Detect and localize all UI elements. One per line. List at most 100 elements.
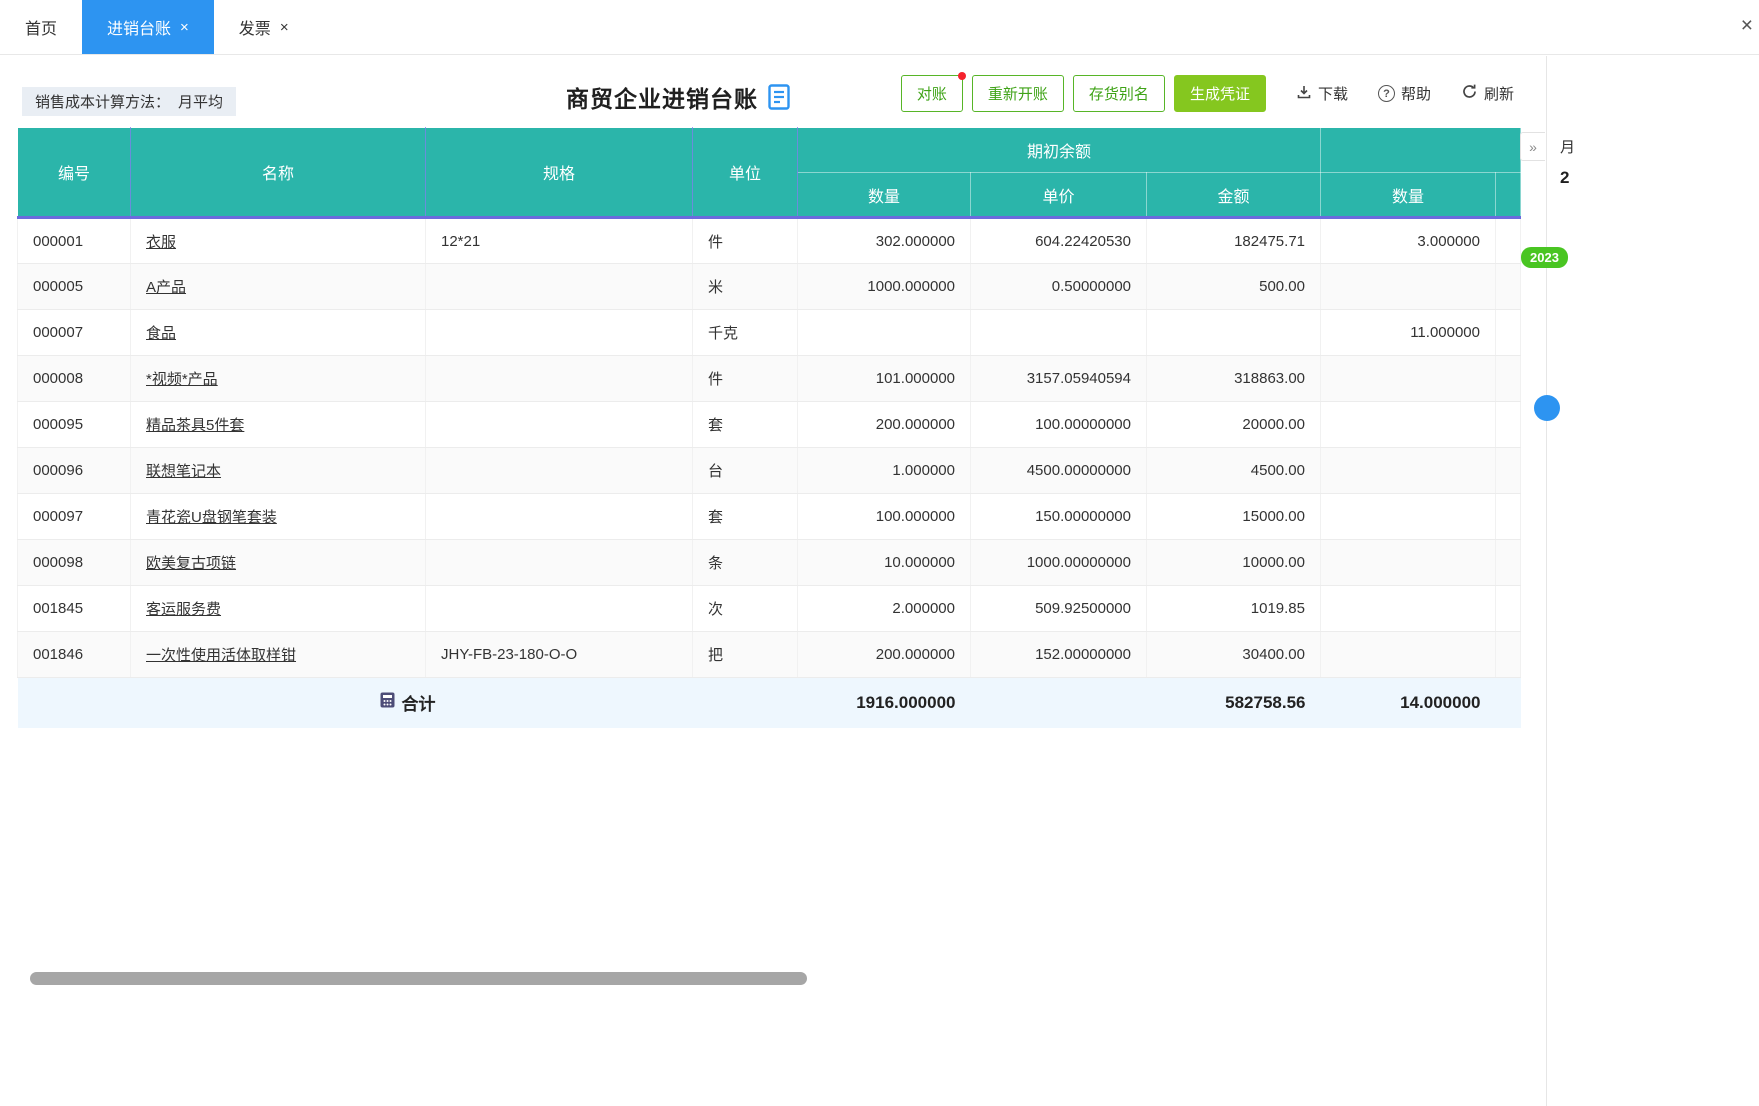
notification-dot — [957, 72, 966, 80]
cell-amount: 30400.00 — [1146, 631, 1321, 678]
tab-home[interactable]: 首页 — [0, 0, 82, 54]
ledger-table: 编号 名称 规格 单位 期初余额 数量 单价 金额 数量 000001 衣服 12*… — [17, 127, 1521, 728]
item-name-link[interactable]: 一次性使用活体取样钳 — [146, 647, 296, 664]
inventory-alias-button[interactable]: 存货别名 — [1072, 75, 1165, 112]
toolbar: 销售成本计算方法： 月平均 商贸企业进销台账 对账 重新开账 存货别名 生成凭证… — [0, 56, 1759, 127]
cell-spec: 12*21 — [425, 217, 693, 264]
total-qty2: 14.000000 — [1320, 677, 1496, 728]
col-header-qty2: 数量 — [1320, 172, 1496, 219]
cell-qty: 1.000000 — [797, 447, 971, 494]
download-button-label: 下载 — [1317, 86, 1348, 103]
cell-unit: 次 — [692, 585, 798, 632]
reopen-button[interactable]: 重新开账 — [971, 75, 1064, 112]
cell-code: 001845 — [17, 585, 131, 632]
cell-qty: 200.000000 — [797, 401, 971, 448]
cell-qty: 200.000000 — [797, 631, 971, 678]
cell-amount: 500.00 — [1146, 263, 1321, 310]
cell-qty — [797, 309, 971, 356]
tab-ledger[interactable]: 进销台账 × — [82, 0, 214, 54]
tab-invoice-close-icon[interactable]: × — [280, 20, 289, 35]
download-icon — [1296, 84, 1312, 104]
cell-spec — [425, 309, 693, 356]
tab-ledger-label: 进销台账 — [107, 21, 172, 38]
cell-amount: 182475.71 — [1146, 217, 1321, 264]
item-name-link[interactable]: 欧美复古项链 — [146, 555, 236, 572]
cell-unit: 套 — [692, 401, 798, 448]
cell-qty2 — [1320, 355, 1496, 402]
download-button[interactable]: 下载 — [1296, 83, 1348, 104]
tabbar-close-icon[interactable]: × — [1741, 14, 1753, 38]
cell-unit: 套 — [692, 493, 798, 540]
total-label-cell: 合计 — [17, 677, 798, 728]
cost-method-chip: 销售成本计算方法： 月平均 — [22, 87, 237, 116]
cell-qty2 — [1320, 631, 1496, 678]
tab-invoice[interactable]: 发票 × — [214, 0, 314, 54]
panel-expander-icon[interactable]: » — [1520, 132, 1545, 161]
item-name-link[interactable]: A产品 — [146, 279, 186, 296]
tab-ledger-close-icon[interactable]: × — [180, 20, 189, 35]
total-label: 合计 — [401, 695, 436, 715]
floating-action-button[interactable] — [1534, 395, 1560, 421]
cell-price — [970, 309, 1147, 356]
panel-month-label: 月 — [1560, 139, 1576, 156]
cell-qty: 2.000000 — [797, 585, 971, 632]
cell-unit: 条 — [692, 539, 798, 586]
item-name-link[interactable]: 食品 — [146, 325, 176, 342]
cell-qty2 — [1320, 401, 1496, 448]
cost-method-label: 销售成本计算方法： — [35, 94, 171, 111]
cell-price: 152.00000000 — [970, 631, 1147, 678]
page-title-wrap: 商贸企业进销台账 — [566, 80, 790, 114]
generate-voucher-button[interactable]: 生成凭证 — [1173, 75, 1266, 112]
refresh-button-label: 刷新 — [1483, 86, 1514, 103]
reopen-button-label: 重新开账 — [987, 86, 1048, 103]
reconcile-button-label: 对账 — [916, 86, 947, 103]
cost-method-value[interactable]: 月平均 — [178, 91, 223, 112]
document-icon[interactable] — [768, 84, 790, 110]
col-header-unit: 单位 — [692, 127, 798, 219]
group-header-opening-balance: 期初余额 — [797, 127, 1321, 173]
table-row: 000095 精品茶具5件套 套 200.000000 100.00000000 2000… — [17, 401, 1521, 448]
item-name-link[interactable]: 衣服 — [146, 234, 176, 251]
cell-spec: JHY-FB-23-180-O-O — [425, 631, 693, 678]
panel-month-value: 2 — [1560, 168, 1570, 187]
cell-qty: 100.000000 — [797, 493, 971, 540]
cell-sliver — [1495, 217, 1521, 264]
item-name-link[interactable]: 联想笔记本 — [146, 463, 221, 480]
cell-price: 100.00000000 — [970, 401, 1147, 448]
cell-sliver — [1495, 309, 1521, 356]
item-name-link[interactable]: 客运服务费 — [146, 601, 221, 618]
table-row: 000008 *视频*产品 件 101.000000 3157.05940594 3188… — [17, 355, 1521, 402]
col-header-sliver — [1495, 172, 1521, 219]
year-badge[interactable]: 2023 — [1521, 247, 1568, 268]
help-button[interactable]: ? 帮助 — [1377, 83, 1431, 104]
table-header: 编号 名称 规格 单位 期初余额 数量 单价 金额 数量 — [17, 127, 1521, 219]
cell-qty2 — [1320, 539, 1496, 586]
refresh-button[interactable]: 刷新 — [1461, 83, 1514, 104]
cell-qty2: 3.000000 — [1320, 217, 1496, 264]
table-row: 001845 客运服务费 次 2.000000 509.92500000 1019.85 — [17, 585, 1521, 632]
cell-price: 604.22420530 — [970, 217, 1147, 264]
cell-unit: 把 — [692, 631, 798, 678]
cell-sliver — [1495, 355, 1521, 402]
table-body: 000001 衣服 12*21 件 302.000000 604.22420530 1824… — [17, 217, 1521, 678]
table-row: 000007 食品 千克 11.000000 — [17, 309, 1521, 356]
col-header-price: 单价 — [970, 172, 1147, 219]
cell-code: 000001 — [17, 217, 131, 264]
item-name-link[interactable]: 青花瓷U盘钢笔套装 — [146, 509, 277, 526]
table-row: 000001 衣服 12*21 件 302.000000 604.22420530 1824… — [17, 217, 1521, 264]
cell-amount: 1019.85 — [1146, 585, 1321, 632]
toolbar-actions: 对账 重新开账 存货别名 生成凭证 下载 ? 帮助 刷新 — [900, 72, 1514, 112]
item-name-link[interactable]: *视频*产品 — [146, 371, 218, 388]
table-row: 000098 欧美复古项链 条 10.000000 1000.00000000 10000… — [17, 539, 1521, 586]
cell-spec — [425, 585, 693, 632]
cell-spec — [425, 355, 693, 402]
refresh-icon — [1461, 83, 1478, 104]
cell-amount: 318863.00 — [1146, 355, 1321, 402]
cell-sliver — [1495, 263, 1521, 310]
horizontal-scrollbar-thumb[interactable] — [30, 972, 807, 985]
item-name-link[interactable]: 精品茶具5件套 — [146, 417, 244, 434]
reconcile-button[interactable]: 对账 — [900, 72, 966, 112]
cell-name: 精品茶具5件套 — [130, 401, 426, 448]
cell-spec — [425, 263, 693, 310]
col-header-code: 编号 — [17, 127, 131, 219]
